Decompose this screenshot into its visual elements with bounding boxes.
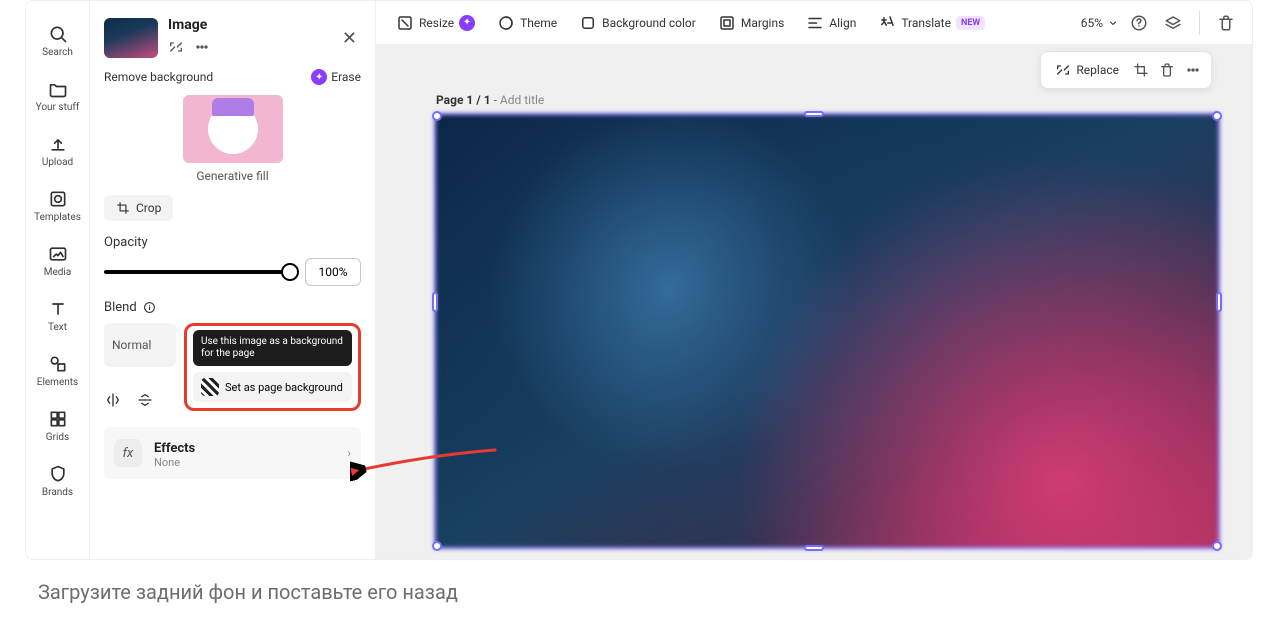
selected-image[interactable]	[434, 113, 1220, 549]
rail-text[interactable]: Text	[30, 292, 86, 339]
rail-label: Elements	[37, 377, 78, 388]
fx-icon: fx	[114, 439, 142, 467]
effects-value: None	[154, 456, 195, 469]
handle-top-left[interactable]	[432, 111, 442, 121]
handle-bottom-center[interactable]	[804, 545, 824, 551]
media-icon	[47, 243, 69, 265]
theme-button[interactable]: Theme	[489, 9, 565, 37]
opacity-value-input[interactable]: 100%	[305, 258, 361, 286]
figure-caption: Загрузите задний фон и поставьте его наз…	[38, 580, 1278, 604]
floating-toolbar: Replace	[1040, 51, 1212, 89]
rail-grids[interactable]: Grids	[30, 402, 86, 449]
opacity-row: 100%	[104, 258, 361, 286]
new-badge: NEW	[956, 16, 985, 30]
theme-icon	[497, 14, 515, 32]
text-icon	[47, 298, 69, 320]
close-panel-icon[interactable]: ✕	[338, 24, 361, 53]
image-thumbnail[interactable]	[104, 18, 158, 58]
app-shell: Search Your stuff Upload Templates Media…	[25, 0, 1253, 560]
margins-icon	[718, 14, 736, 32]
replace-mini-icon[interactable]	[168, 39, 184, 59]
rail-label: Brands	[42, 487, 73, 498]
resize-button[interactable]: Resize✦	[388, 9, 483, 37]
rail-elements[interactable]: Elements	[30, 347, 86, 394]
rail-brands[interactable]: Brands	[30, 457, 86, 504]
rail-upload[interactable]: Upload	[30, 127, 86, 174]
replace-icon	[1055, 62, 1071, 78]
info-icon[interactable]	[143, 301, 156, 314]
handle-top-center[interactable]	[804, 111, 824, 117]
pro-pill-icon: ✦	[459, 15, 475, 31]
translate-button[interactable]: TranslateNEW	[870, 9, 993, 37]
zoom-control[interactable]: 65%	[1081, 16, 1119, 30]
canvas-area: Resize✦ Theme Background color Margins A…	[376, 1, 1252, 559]
rail-search[interactable]: Search	[30, 17, 86, 64]
help-icon[interactable]	[1125, 9, 1153, 37]
effects-row[interactable]: fx Effects None ›	[104, 427, 361, 479]
properties-panel: Image ✕ Remove background ✦Erase Generat…	[90, 1, 376, 559]
upload-icon	[47, 133, 69, 155]
generative-fill-label: Generative fill	[104, 169, 361, 183]
opacity-slider[interactable]	[104, 270, 295, 274]
remove-background-button[interactable]: Remove background	[104, 70, 213, 84]
erase-button[interactable]: ✦Erase	[311, 69, 361, 85]
trash-icon[interactable]	[1212, 9, 1240, 37]
opacity-label: Opacity	[104, 235, 361, 250]
rail-label: Templates	[34, 212, 81, 223]
rail-label: Text	[48, 322, 67, 333]
background-color-button[interactable]: Background color	[571, 9, 704, 37]
bgcolor-icon	[579, 14, 597, 32]
rail-label: Media	[44, 267, 72, 278]
grids-icon	[47, 408, 69, 430]
resize-icon	[396, 14, 414, 32]
templates-icon	[47, 188, 69, 210]
crop-tool-icon[interactable]	[1131, 60, 1151, 80]
blend-select[interactable]: Normal	[104, 323, 176, 367]
page-label[interactable]: Page 1 / 1 - Add title	[436, 93, 544, 107]
more-mini-icon[interactable]	[194, 39, 210, 59]
top-toolbar: Resize✦ Theme Background color Margins A…	[376, 1, 1252, 45]
flip-vertical-button[interactable]	[136, 391, 154, 409]
chevron-down-icon	[1107, 17, 1119, 29]
align-button[interactable]: Align	[798, 9, 864, 37]
canvas-stage[interactable]: Replace Page 1 / 1 - Add title	[376, 45, 1252, 559]
slider-knob[interactable]	[281, 263, 299, 281]
align-icon	[806, 14, 824, 32]
pro-dot-icon: ✦	[311, 69, 327, 85]
brands-icon	[47, 463, 69, 485]
folder-icon	[47, 78, 69, 100]
blend-label: Blend	[104, 300, 361, 315]
translate-icon	[878, 14, 896, 32]
flip-horizontal-button[interactable]	[104, 391, 122, 409]
rail-label: Grids	[46, 432, 69, 443]
margins-button[interactable]: Margins	[710, 9, 792, 37]
rail-label: Upload	[42, 157, 73, 168]
set-bg-tooltip: Use this image as a background for the p…	[193, 330, 352, 366]
replace-button[interactable]: Replace	[1049, 58, 1125, 82]
chevron-right-icon: ›	[347, 446, 351, 460]
rail-your-stuff[interactable]: Your stuff	[30, 72, 86, 119]
crop-button[interactable]: Crop	[104, 195, 173, 221]
handle-bottom-right[interactable]	[1212, 541, 1222, 551]
handle-bottom-left[interactable]	[432, 541, 442, 551]
elements-icon	[47, 353, 69, 375]
rail-label: Search	[42, 47, 73, 58]
handle-mid-right[interactable]	[1216, 292, 1222, 312]
rail-templates[interactable]: Templates	[30, 182, 86, 229]
handle-top-right[interactable]	[1212, 111, 1222, 121]
left-rail: Search Your stuff Upload Templates Media…	[26, 1, 90, 559]
effects-label: Effects	[154, 441, 195, 456]
panel-title: Image	[168, 17, 328, 33]
generative-fill-preview[interactable]	[183, 95, 283, 163]
handle-mid-left[interactable]	[432, 292, 438, 312]
rail-media[interactable]: Media	[30, 237, 86, 284]
layers-icon[interactable]	[1159, 9, 1187, 37]
more-icon[interactable]	[1183, 60, 1203, 80]
search-icon	[47, 23, 69, 45]
panel-header: Image ✕	[104, 17, 361, 59]
rail-label: Your stuff	[36, 102, 80, 113]
delete-icon[interactable]	[1157, 60, 1177, 80]
